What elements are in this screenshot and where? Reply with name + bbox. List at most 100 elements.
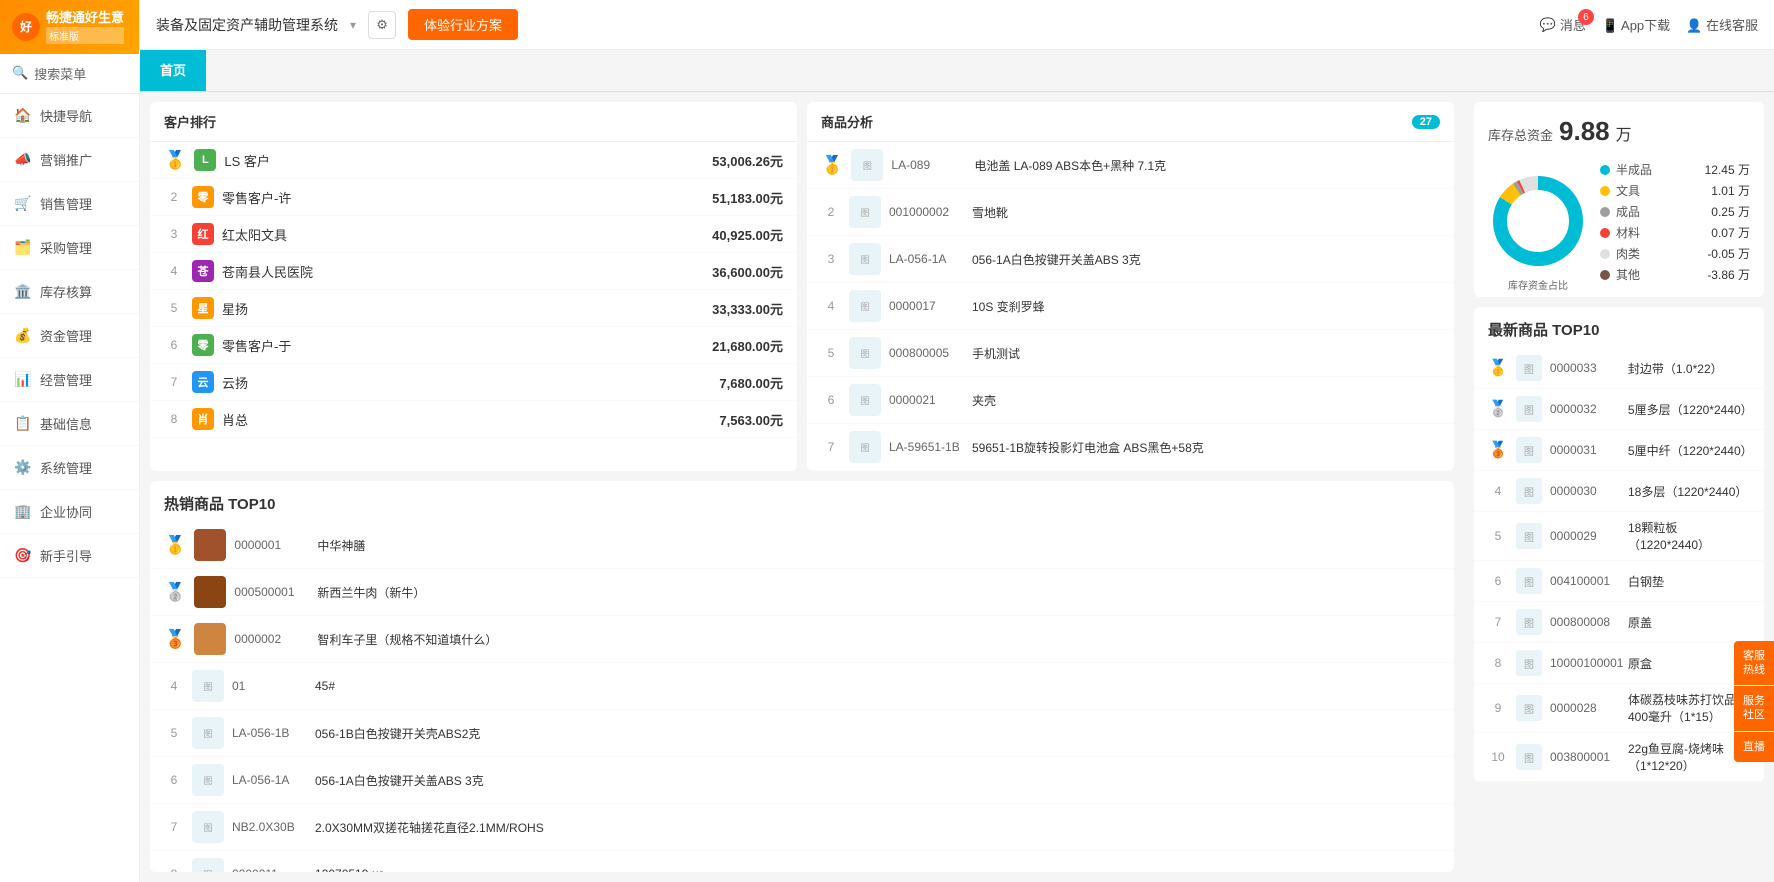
hot-products-title: 热销商品 TOP10 [150, 481, 1454, 522]
customer-amount: 21,680.00元 [712, 336, 783, 355]
hot-product-row: 🥉0000002智利车子里（规格不知道填什么） [150, 616, 1454, 663]
customer-name: 肖总 [222, 410, 711, 429]
sidebar-item-enterprise[interactable]: 🏢 企业协同 [0, 490, 139, 534]
hot-product-row: 7图NB2.0X30B2.0X30MM双搓花轴搓花直径2.1MM/ROHS [150, 804, 1454, 851]
hot-rank-num: 5 [164, 726, 184, 740]
settings-icon[interactable]: ⚙ [368, 11, 396, 39]
new-product-row: 5图000002918颗粒板（1220*2440） [1474, 512, 1764, 561]
hot-product-row: 6图LA-056-1A056-1A白色按键开关盖ABS 3克 [150, 757, 1454, 804]
product-ranking-list: 🥇图LA-089电池盖 LA-089 ABS本色+黑种 7.1克2图001000… [807, 142, 1454, 471]
hot-product-image: 图 [192, 764, 224, 796]
product-image: 图 [849, 243, 881, 275]
np-name: 原盖 [1628, 614, 1750, 631]
sidebar-item-inventory[interactable]: 🏛️库存核算 [0, 270, 139, 314]
float-button-0[interactable]: 客服热线 [1734, 641, 1774, 686]
product-rank-row: 4图000001710S 变刹罗蜂 [807, 283, 1454, 330]
sidebar-item-newbie[interactable]: 🎯新手引导 [0, 534, 139, 578]
customer-badge: 红 [192, 223, 214, 245]
customer-amount: 51,183.00元 [712, 188, 783, 207]
logo-icon: 好 [12, 13, 40, 41]
online-service[interactable]: 👤 在线客服 [1686, 15, 1758, 34]
sidebar-item-label: 企业协同 [40, 502, 92, 521]
tab-home[interactable]: 首页 [140, 50, 206, 91]
content-right: 库存总资金 9.88 万 [1464, 92, 1774, 882]
sidebar-item-base-info[interactable]: 📋基础信息 [0, 402, 139, 446]
rank-number: 2 [164, 190, 184, 204]
sidebar-search[interactable]: 🔍 搜索菜单 [0, 54, 139, 94]
new-product-row: 10图00380000122g鱼豆腐-烧烤味（1*12*20） [1474, 733, 1764, 782]
product-code: 0000017 [889, 299, 964, 313]
legend-value: 12.45 万 [1705, 161, 1750, 178]
legend-dot [1600, 165, 1610, 175]
np-code: 0000029 [1550, 529, 1620, 543]
sidebar-item-label: 经营管理 [40, 370, 92, 389]
enterprise-icon: 🏢 [14, 502, 32, 520]
customer-rank-row: 4苍苍南县人民医院36,600.00元 [150, 253, 797, 290]
customer-name: 云扬 [222, 373, 711, 392]
product-name: 59651-1B旋转投影灯电池盒 ABS黑色+58克 [972, 439, 1440, 456]
sidebar-item-sys-manage[interactable]: ⚙️系统管理 [0, 446, 139, 490]
hot-product-name: 智利车子里（规格不知道填什么） [317, 631, 1440, 648]
dropdown-arrow-icon[interactable]: ▾ [350, 18, 356, 32]
legend-value: 1.01 万 [1711, 182, 1750, 199]
np-name: 体碳荔枝味苏打饮品400毫升（1*15） [1628, 691, 1750, 725]
legend-item: 肉类-0.05 万 [1600, 245, 1750, 262]
np-medal-gold: 🥇 [1488, 358, 1508, 378]
customer-ranking-panel: 客户排行 🥇LLS 客户53,006.26元2零零售客户-许51,183.00元… [150, 102, 797, 471]
sidebar-item-operations[interactable]: 📊经营管理 [0, 358, 139, 402]
product-rank-row: 🥇图LA-089电池盖 LA-089 ABS本色+黑种 7.1克 [807, 142, 1454, 189]
sidebar-item-sales[interactable]: 🛒销售管理 [0, 182, 139, 226]
sidebar-item-label: 采购管理 [40, 238, 92, 257]
sales-icon: 🛒 [14, 194, 32, 212]
legend-dot [1600, 207, 1610, 217]
float-button-2[interactable]: 直播 [1734, 732, 1774, 762]
app-download[interactable]: 📱 App下载 [1602, 15, 1670, 34]
hot-medal-silver: 🥈 [164, 582, 186, 603]
service-icon: 👤 [1686, 18, 1702, 33]
np-code: 0000032 [1550, 402, 1620, 416]
np-rank-num: 7 [1488, 615, 1508, 629]
customer-badge: 零 [192, 186, 214, 208]
legend-value: -0.05 万 [1707, 245, 1750, 262]
product-rank-num: 3 [821, 252, 841, 266]
donut-chart-container: 库存资金占比 [1488, 171, 1588, 274]
hot-product-code: LA-056-1A [232, 773, 307, 787]
trial-button[interactable]: 体验行业方案 [408, 9, 518, 40]
float-button-1[interactable]: 服务社区 [1734, 686, 1774, 731]
search-label: 搜索菜单 [34, 64, 86, 83]
app-download-label: App下载 [1621, 18, 1670, 33]
sidebar-logo: 好 畅捷通好生意 标准版 [0, 0, 139, 54]
hot-product-image [194, 529, 226, 561]
content-area: 客户排行 🥇LLS 客户53,006.26元2零零售客户-许51,183.00元… [140, 92, 1774, 882]
product-medal-gold: 🥇 [821, 155, 843, 176]
customer-badge: 星 [192, 297, 214, 319]
product-image: 图 [851, 149, 883, 181]
np-rank-num: 4 [1488, 484, 1508, 498]
legend-item: 材料0.07 万 [1600, 224, 1750, 241]
notification-area[interactable]: 💬 消息 6 [1540, 15, 1586, 34]
product-rank-row: 6图0000021夹壳 [807, 377, 1454, 424]
sidebar-item-marketing[interactable]: 📣营销推广 [0, 138, 139, 182]
np-image: 图 [1516, 355, 1542, 381]
customer-badge: 肖 [192, 408, 214, 430]
legend-name: 材料 [1616, 224, 1705, 241]
product-ranking-title: 商品分析 [821, 112, 873, 131]
medal-gold-icon: 🥇 [164, 150, 186, 171]
hot-product-image: 图 [192, 717, 224, 749]
sidebar-item-purchase[interactable]: 🗂️采购管理 [0, 226, 139, 270]
newbie-icon: 🎯 [14, 546, 32, 564]
product-rank-row: 7图LA-59651-1B59651-1B旋转投影灯电池盒 ABS黑色+58克 [807, 424, 1454, 471]
product-ranking-panel: 商品分析 27 🥇图LA-089电池盖 LA-089 ABS本色+黑种 7.1克… [807, 102, 1454, 471]
hot-product-image: 图 [192, 811, 224, 843]
product-name: 雪地靴 [972, 204, 1440, 221]
np-code: 0000031 [1550, 443, 1620, 457]
np-name: 18多层（1220*2440） [1628, 483, 1750, 500]
customer-amount: 36,600.00元 [712, 262, 783, 281]
np-image: 图 [1516, 609, 1542, 635]
sidebar-item-quick-nav[interactable]: 🏠快捷导航 [0, 94, 139, 138]
np-rank-num: 6 [1488, 574, 1508, 588]
hot-products-panel: 热销商品 TOP10 🥇0000001中华神膳🥈000500001新西兰牛肉（新… [150, 481, 1454, 872]
product-rank-row: 2图001000002雪地靴 [807, 189, 1454, 236]
sidebar-item-finance[interactable]: 💰资金管理 [0, 314, 139, 358]
new-product-row: 🥉图00000315厘中纤（1220*2440） [1474, 430, 1764, 471]
